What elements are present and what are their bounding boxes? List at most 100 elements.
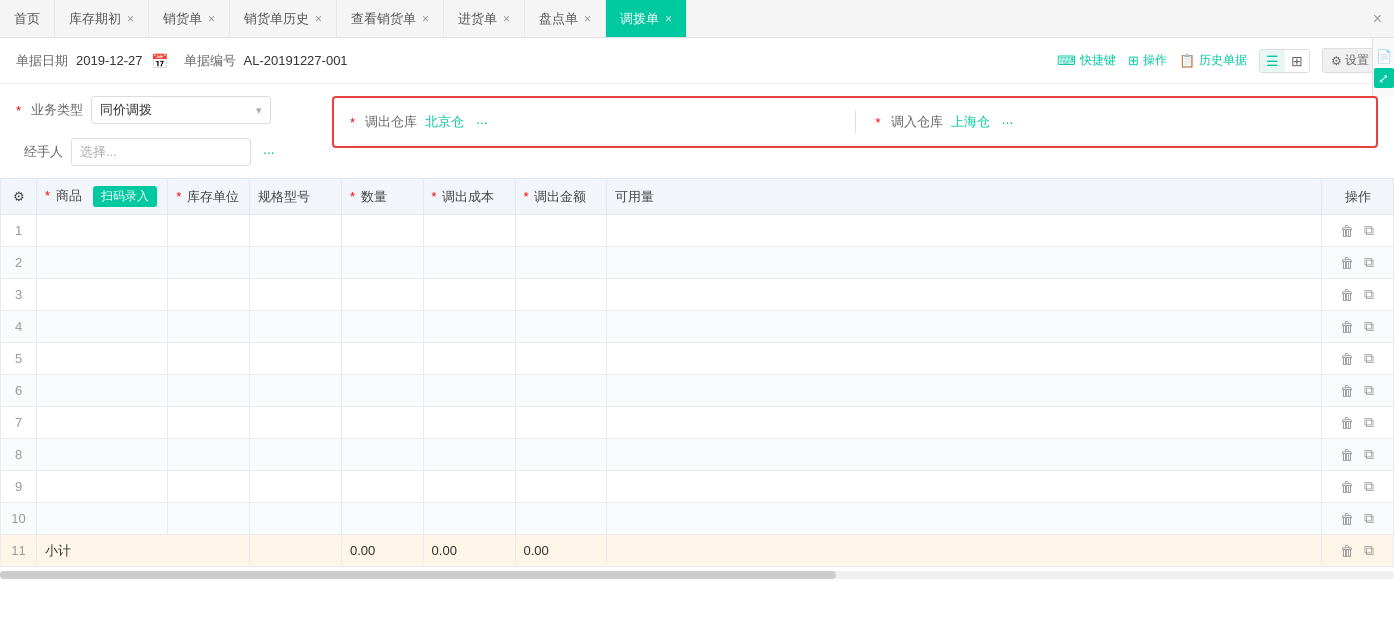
sidebar-external-link-icon[interactable]: ⤢ [1374, 68, 1394, 88]
row-cost-5[interactable] [423, 343, 515, 375]
row-available-4[interactable] [607, 311, 1322, 343]
tab-purchase-order[interactable]: 进货单 × [444, 0, 525, 37]
row-amount-1[interactable] [515, 215, 607, 247]
gear-col-icon[interactable]: ⚙ [13, 189, 25, 204]
row-spec-8[interactable] [249, 439, 341, 471]
scan-button[interactable]: 扫码录入 [93, 186, 157, 207]
row-available-8[interactable] [607, 439, 1322, 471]
row-spec-3[interactable] [249, 279, 341, 311]
copy-icon-10[interactable]: ⧉ [1360, 510, 1378, 528]
close-view-sales[interactable]: × [422, 13, 429, 25]
tab-transfer-order[interactable]: 调拨单 × [606, 0, 687, 37]
row-amount-6[interactable] [515, 375, 607, 407]
shortcuts-button[interactable]: ⌨ 快捷键 [1057, 52, 1116, 69]
window-close-button[interactable]: × [1361, 0, 1394, 37]
row-qty-6[interactable] [341, 375, 423, 407]
row-product-6[interactable] [37, 375, 168, 407]
tab-sales-history[interactable]: 销货单历史 × [230, 0, 337, 37]
copy-icon-9[interactable]: ⧉ [1360, 478, 1378, 496]
row-spec-6[interactable] [249, 375, 341, 407]
delete-icon-4[interactable]: 🗑 [1338, 318, 1356, 336]
row-amount-10[interactable] [515, 503, 607, 535]
row-unit-2[interactable] [168, 247, 250, 279]
row-qty-5[interactable] [341, 343, 423, 375]
business-type-select[interactable]: 同价调拨 ▾ [91, 96, 271, 124]
close-inventory-check[interactable]: × [584, 13, 591, 25]
tab-view-sales[interactable]: 查看销货单 × [337, 0, 444, 37]
row-unit-8[interactable] [168, 439, 250, 471]
tab-home[interactable]: 首页 [0, 0, 55, 37]
row-cost-3[interactable] [423, 279, 515, 311]
delete-icon-1[interactable]: 🗑 [1338, 222, 1356, 240]
delete-icon-3[interactable]: 🗑 [1338, 286, 1356, 304]
row-product-7[interactable] [37, 407, 168, 439]
row-cost-7[interactable] [423, 407, 515, 439]
row-qty-8[interactable] [341, 439, 423, 471]
row-amount-8[interactable] [515, 439, 607, 471]
row-amount-4[interactable] [515, 311, 607, 343]
source-warehouse-more-button[interactable]: ··· [472, 114, 492, 130]
row-cost-6[interactable] [423, 375, 515, 407]
copy-icon-4[interactable]: ⧉ [1360, 318, 1378, 336]
copy-icon-2[interactable]: ⧉ [1360, 254, 1378, 272]
delete-icon-7[interactable]: 🗑 [1338, 414, 1356, 432]
row-amount-5[interactable] [515, 343, 607, 375]
row-qty-7[interactable] [341, 407, 423, 439]
row-available-7[interactable] [607, 407, 1322, 439]
row-available-2[interactable] [607, 247, 1322, 279]
row-product-3[interactable] [37, 279, 168, 311]
row-unit-1[interactable] [168, 215, 250, 247]
row-unit-5[interactable] [168, 343, 250, 375]
row-product-9[interactable] [37, 471, 168, 503]
settings-button[interactable]: ⚙ 设置 [1322, 48, 1378, 73]
subtotal-copy-icon[interactable]: ⧉ [1360, 542, 1378, 560]
close-transfer-order[interactable]: × [665, 13, 672, 25]
row-spec-7[interactable] [249, 407, 341, 439]
row-qty-3[interactable] [341, 279, 423, 311]
handler-select[interactable]: 选择... [71, 138, 251, 166]
row-product-5[interactable] [37, 343, 168, 375]
row-available-5[interactable] [607, 343, 1322, 375]
row-spec-10[interactable] [249, 503, 341, 535]
row-unit-10[interactable] [168, 503, 250, 535]
copy-icon-5[interactable]: ⧉ [1360, 350, 1378, 368]
row-available-1[interactable] [607, 215, 1322, 247]
row-unit-4[interactable] [168, 311, 250, 343]
row-available-9[interactable] [607, 471, 1322, 503]
tab-inventory-init[interactable]: 库存期初 × [55, 0, 149, 37]
row-spec-1[interactable] [249, 215, 341, 247]
row-cost-8[interactable] [423, 439, 515, 471]
delete-icon-2[interactable]: 🗑 [1338, 254, 1356, 272]
row-qty-4[interactable] [341, 311, 423, 343]
delete-icon-10[interactable]: 🗑 [1338, 510, 1356, 528]
delete-icon-5[interactable]: 🗑 [1338, 350, 1356, 368]
copy-icon-6[interactable]: ⧉ [1360, 382, 1378, 400]
row-product-8[interactable] [37, 439, 168, 471]
row-product-2[interactable] [37, 247, 168, 279]
row-product-4[interactable] [37, 311, 168, 343]
row-qty-10[interactable] [341, 503, 423, 535]
history-button[interactable]: 📋 历史单据 [1179, 52, 1247, 69]
row-qty-2[interactable] [341, 247, 423, 279]
row-product-1[interactable] [37, 215, 168, 247]
close-sales-order[interactable]: × [208, 13, 215, 25]
row-unit-7[interactable] [168, 407, 250, 439]
delete-icon-9[interactable]: 🗑 [1338, 478, 1356, 496]
row-spec-9[interactable] [249, 471, 341, 503]
handler-more-button[interactable]: ··· [259, 144, 279, 160]
sidebar-doc-icon[interactable]: 📄 [1374, 46, 1394, 66]
copy-icon-8[interactable]: ⧉ [1360, 446, 1378, 464]
row-product-10[interactable] [37, 503, 168, 535]
row-cost-4[interactable] [423, 311, 515, 343]
list-view-btn[interactable]: ☰ [1260, 50, 1285, 72]
copy-icon-3[interactable]: ⧉ [1360, 286, 1378, 304]
target-warehouse-more-button[interactable]: ··· [998, 114, 1018, 130]
delete-icon-6[interactable]: 🗑 [1338, 382, 1356, 400]
row-amount-3[interactable] [515, 279, 607, 311]
subtotal-delete-icon[interactable]: 🗑 [1338, 542, 1356, 560]
copy-icon-1[interactable]: ⧉ [1360, 222, 1378, 240]
tab-sales-order[interactable]: 销货单 × [149, 0, 230, 37]
row-amount-9[interactable] [515, 471, 607, 503]
row-unit-6[interactable] [168, 375, 250, 407]
row-cost-10[interactable] [423, 503, 515, 535]
